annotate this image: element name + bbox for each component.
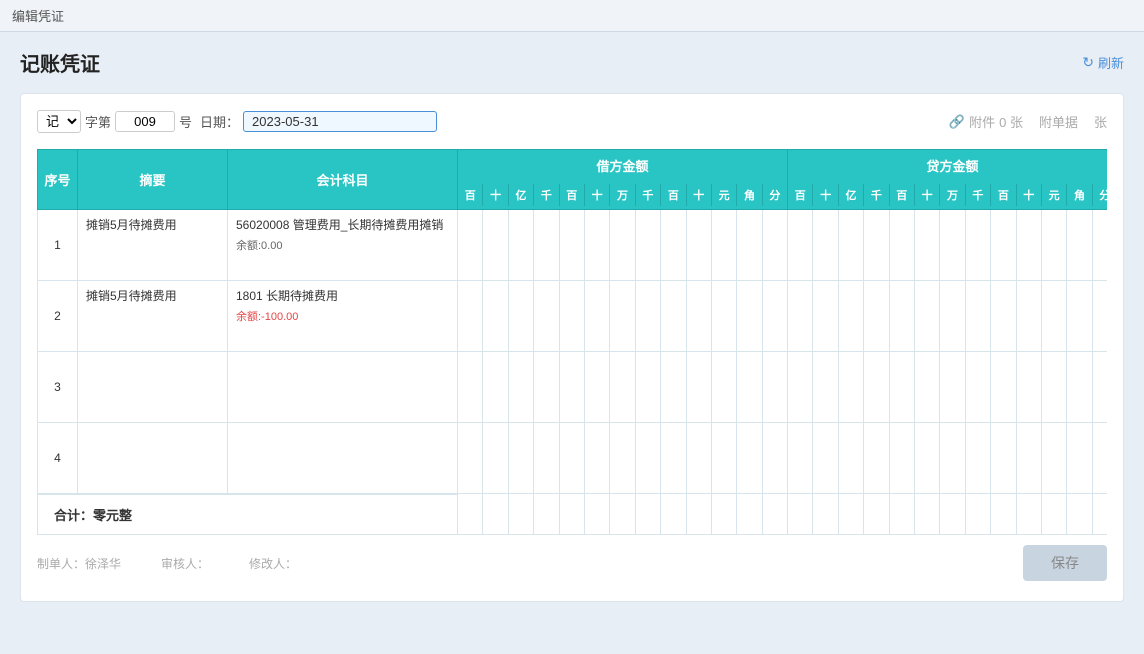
cell-account-0[interactable]: 56020008 管理费用_长期待摊费用摊销余额:0.00 (228, 210, 458, 281)
debit-digit-cells: 百 十 亿 千 百 十 万 千 百 十 元 角 (458, 184, 787, 206)
th-credit-digits: 百 十 亿 千 百 十 万 千 百 十 元 角 (788, 181, 1108, 210)
th-debit: 借方金额 (458, 150, 788, 182)
th-seq: 序号 (38, 150, 78, 210)
voucher-table: 序号 摘要 会计科目 借方金额 贷方金额 百 十 亿 千 (37, 149, 1107, 535)
c13: 分 (1092, 184, 1107, 206)
type-select[interactable]: 记 (37, 110, 81, 133)
d6: 十 (584, 184, 609, 206)
creator-info: 制单人：徐泽华 (37, 555, 121, 572)
c8: 千 (965, 184, 990, 206)
meta-right: 🔗 附件 0 张 附单据 张 (949, 112, 1107, 131)
attachment-icon: 🔗 (949, 114, 965, 130)
fuju-label: 附单据 (1039, 115, 1078, 130)
credit-digit-cells: 百 十 亿 千 百 十 万 千 百 十 元 角 (788, 184, 1107, 206)
table-header-row1: 序号 摘要 会计科目 借方金额 贷方金额 (38, 150, 1108, 182)
modifier-label: 修改人： (249, 557, 297, 571)
th-account: 会计科目 (228, 150, 458, 210)
table-row[interactable]: 2摊销5月待摊费用1801 长期待摊费用余额:-100.00 (38, 281, 1108, 352)
d11: 元 (711, 184, 736, 206)
zi-label: 字第 (85, 112, 111, 131)
cell-credit-0[interactable] (788, 210, 1108, 281)
table-row[interactable]: 4 (38, 423, 1108, 494)
cell-summary-0[interactable]: 摊销5月待摊费用 (78, 210, 228, 281)
date-group: 日期： (200, 111, 437, 132)
cell-seq-0: 1 (38, 210, 78, 281)
save-button[interactable]: 保存 (1023, 545, 1107, 581)
reviewer-label: 审核人： (161, 557, 209, 571)
page-header: 记账凭证 ↻ 刷新 (20, 48, 1124, 77)
c12: 角 (1066, 184, 1091, 206)
cell-credit-2[interactable] (788, 352, 1108, 423)
number-input[interactable] (115, 111, 175, 132)
d5: 百 (559, 184, 584, 206)
cell-account-2[interactable] (228, 352, 458, 423)
c10: 十 (1016, 184, 1041, 206)
voucher-card: 记 字第 号 日期： 🔗 附件 0 张 附单据 张 (20, 93, 1124, 602)
d1: 百 (458, 184, 482, 206)
cell-credit-1[interactable] (788, 281, 1108, 352)
cell-account-3[interactable] (228, 423, 458, 494)
cell-summary-2[interactable] (78, 352, 228, 423)
c4: 千 (863, 184, 888, 206)
voucher-meta: 记 字第 号 日期： 🔗 附件 0 张 附单据 张 (37, 110, 1107, 133)
d4: 千 (533, 184, 558, 206)
main-container: 记账凭证 ↻ 刷新 记 字第 号 日期： 🔗 附件 (0, 32, 1144, 654)
cell-debit-3[interactable] (458, 423, 788, 494)
d2: 十 (482, 184, 507, 206)
table-row[interactable]: 3 (38, 352, 1108, 423)
attachment-label: 附件 (969, 112, 995, 131)
refresh-icon: ↻ (1082, 54, 1094, 71)
th-debit-digits: 百 十 亿 千 百 十 万 千 百 十 元 角 (458, 181, 788, 210)
table-row[interactable]: 1摊销5月待摊费用56020008 管理费用_长期待摊费用摊销余额:0.00 (38, 210, 1108, 281)
d7: 万 (609, 184, 634, 206)
th-summary: 摘要 (78, 150, 228, 210)
date-label: 日期： (200, 112, 239, 131)
c3: 亿 (838, 184, 863, 206)
cell-credit-3[interactable] (788, 423, 1108, 494)
th-credit: 贷方金额 (788, 150, 1108, 182)
window-title: 编辑凭证 (12, 9, 64, 24)
attachment-info: 🔗 附件 0 张 (949, 112, 1023, 131)
voucher-table-wrapper: 序号 摘要 会计科目 借方金额 贷方金额 百 十 亿 千 (37, 149, 1107, 535)
cell-debit-2[interactable] (458, 352, 788, 423)
c2: 十 (812, 184, 837, 206)
cell-debit-1[interactable] (458, 281, 788, 352)
c6: 十 (914, 184, 939, 206)
footer-info: 制单人：徐泽华 审核人： 修改人： 保存 (37, 535, 1107, 585)
refresh-label: 刷新 (1098, 53, 1124, 72)
d10: 十 (686, 184, 711, 206)
c7: 万 (939, 184, 964, 206)
reviewer-info: 审核人： (161, 555, 209, 572)
d8: 千 (635, 184, 660, 206)
c1: 百 (788, 184, 812, 206)
hao-label: 号 (179, 112, 192, 131)
page-title: 记账凭证 (20, 48, 100, 77)
cell-account-1[interactable]: 1801 长期待摊费用余额:-100.00 (228, 281, 458, 352)
creator-name: 徐泽华 (85, 557, 121, 571)
type-group: 记 字第 号 (37, 110, 192, 133)
window-title-bar: 编辑凭证 (0, 0, 1144, 32)
cell-seq-2: 3 (38, 352, 78, 423)
c11: 元 (1041, 184, 1066, 206)
modifier-info: 修改人： (249, 555, 297, 572)
total-row: 合计：零元整 (38, 494, 1108, 535)
c5: 百 (889, 184, 914, 206)
cell-debit-0[interactable] (458, 210, 788, 281)
cell-summary-3[interactable] (78, 423, 228, 494)
cell-summary-1[interactable]: 摊销5月待摊费用 (78, 281, 228, 352)
zhang-label: 张 (1094, 112, 1107, 131)
date-input[interactable] (243, 111, 437, 132)
c9: 百 (990, 184, 1015, 206)
cell-seq-1: 2 (38, 281, 78, 352)
refresh-button[interactable]: ↻ 刷新 (1082, 53, 1124, 72)
d12: 角 (736, 184, 761, 206)
creator-label: 制单人： (37, 557, 85, 571)
d3: 亿 (508, 184, 533, 206)
fuju-button[interactable]: 附单据 (1039, 112, 1078, 131)
attachment-count: 0 张 (999, 112, 1023, 131)
footer-right: 保存 (1023, 545, 1107, 581)
cell-seq-3: 4 (38, 423, 78, 494)
d9: 百 (660, 184, 685, 206)
d13: 分 (762, 184, 787, 206)
